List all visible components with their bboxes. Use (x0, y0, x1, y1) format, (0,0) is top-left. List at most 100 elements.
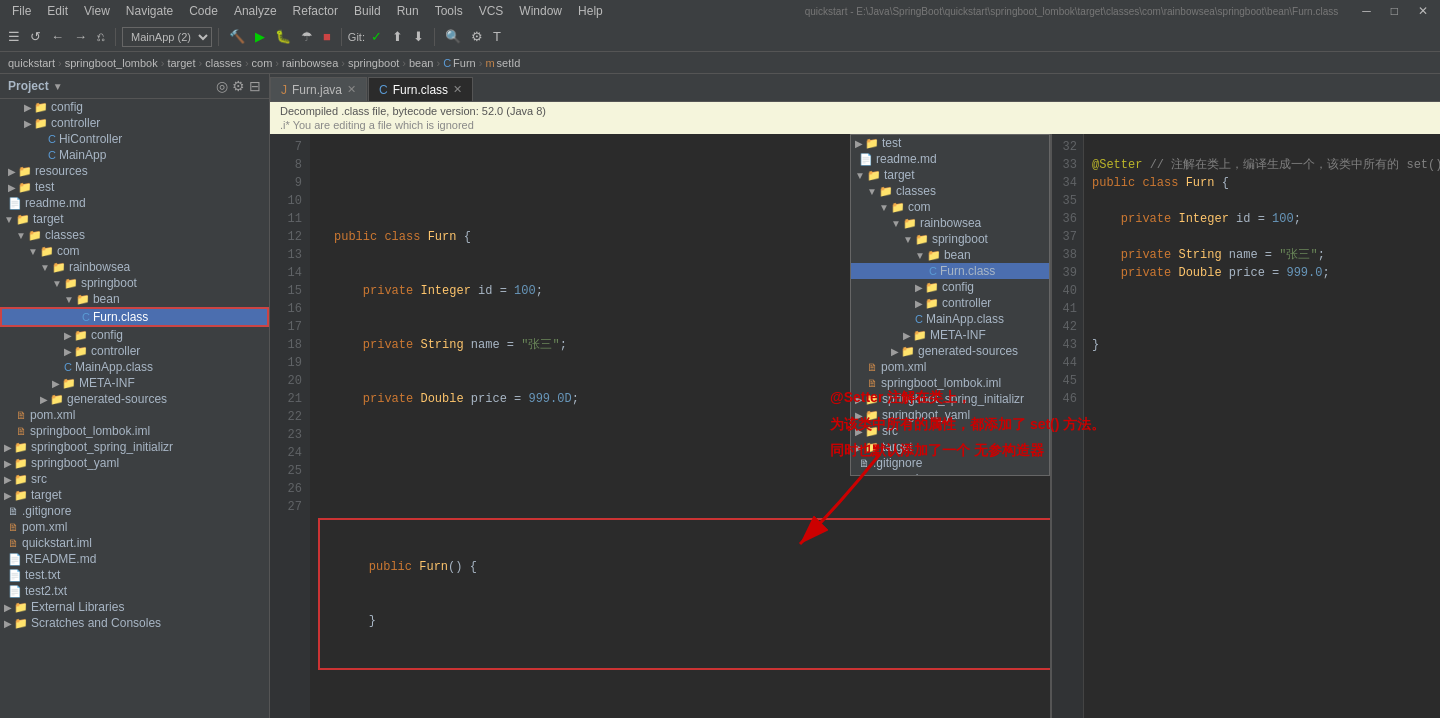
menu-analyze[interactable]: Analyze (226, 4, 285, 18)
code-editor[interactable]: 7 8 9 10 11 12 13 14 15 16 17 18 19 20 2… (270, 134, 1440, 718)
tree-item-config2[interactable]: ▶ 📁 config (0, 327, 269, 343)
tree-item-furn-class[interactable]: C Furn.class (0, 307, 269, 327)
rt-classes[interactable]: ▼ 📁 classes (851, 183, 1049, 199)
rt-bean[interactable]: ▼ 📁 bean (851, 247, 1049, 263)
tree-item-config[interactable]: ▶ 📁 config (0, 99, 269, 115)
tab-furn-java[interactable]: J Furn.java ✕ (270, 77, 367, 101)
dropdown-arrow-icon[interactable]: ▼ (53, 81, 63, 92)
menu-window[interactable]: Window (511, 4, 570, 18)
tab-close-icon[interactable]: ✕ (347, 83, 356, 96)
toolbar-settings[interactable]: ⚙ (467, 27, 487, 46)
tree-item-classes[interactable]: ▼ 📁 classes (0, 227, 269, 243)
toolbar-translate[interactable]: T (489, 27, 505, 46)
tab-furn-class[interactable]: C Furn.class ✕ (368, 77, 473, 101)
expand-icon: ▶ (855, 138, 863, 149)
toolbar-btn-undo[interactable]: ⎌ (93, 27, 109, 46)
toolbar-stop[interactable]: ■ (319, 27, 335, 46)
tree-item-target2[interactable]: ▶ 📁 target (0, 487, 269, 503)
menu-run[interactable]: Run (389, 4, 427, 18)
toolbar-git-check[interactable]: ✓ (367, 27, 386, 46)
toolbar-search[interactable]: 🔍 (441, 27, 465, 46)
rt-config[interactable]: ▶ 📁 config (851, 279, 1049, 295)
toolbar-git-fetch[interactable]: ⬇ (409, 27, 428, 46)
tree-item-rainbowsea[interactable]: ▼ 📁 rainbowsea (0, 259, 269, 275)
breadcrumb-bean[interactable]: bean (409, 57, 433, 69)
breadcrumb-com[interactable]: com (252, 57, 273, 69)
menu-edit[interactable]: Edit (39, 4, 76, 18)
toolbar-btn-forward[interactable]: → (70, 27, 91, 46)
tree-item-controller2[interactable]: ▶ 📁 controller (0, 343, 269, 359)
tree-item-src[interactable]: ▶ 📁 src (0, 471, 269, 487)
tree-item-readme[interactable]: 📄 README.md (0, 551, 269, 567)
rt-furn-class[interactable]: C Furn.class (851, 263, 1049, 279)
tree-item-target[interactable]: ▼ 📁 target (0, 211, 269, 227)
tree-item-com[interactable]: ▼ 📁 com (0, 243, 269, 259)
tree-item-iml[interactable]: 🗎 springboot_lombok.iml (0, 423, 269, 439)
menu-tools[interactable]: Tools (427, 4, 471, 18)
toolbar-run[interactable]: ▶ (251, 27, 269, 46)
breadcrumb-springboot[interactable]: springboot (348, 57, 399, 69)
toolbar-btn-reload[interactable]: ↺ (26, 27, 45, 46)
expand-icon: ▼ (28, 246, 38, 257)
tab-close-icon[interactable]: ✕ (453, 83, 462, 96)
tree-item-ext-libs[interactable]: ▶ 📁 External Libraries (0, 599, 269, 615)
tree-item-mainapp-class[interactable]: C MainApp.class (0, 359, 269, 375)
sidebar-icon-expand[interactable]: ⊟ (249, 78, 261, 94)
tree-item-quickstart-iml[interactable]: 🗎 quickstart.iml (0, 535, 269, 551)
tree-item-readmemd[interactable]: 📄 readme.md (0, 195, 269, 211)
menu-navigate[interactable]: Navigate (118, 4, 181, 18)
breadcrumb-setid[interactable]: setId (497, 57, 521, 69)
toolbar-btn-1[interactable]: ☰ (4, 27, 24, 46)
tree-item-gensrc[interactable]: ▶ 📁 generated-sources (0, 391, 269, 407)
breadcrumb-rainbowsea[interactable]: rainbowsea (282, 57, 338, 69)
tree-item-bean[interactable]: ▼ 📁 bean (0, 291, 269, 307)
rt-mainapp[interactable]: C MainApp.class (851, 311, 1049, 327)
menu-refactor[interactable]: Refactor (285, 4, 346, 18)
tree-item-mainapp[interactable]: C MainApp (0, 147, 269, 163)
menu-vcs[interactable]: VCS (471, 4, 512, 18)
menu-view[interactable]: View (76, 4, 118, 18)
tree-item-gitignore[interactable]: 🗎 .gitignore (0, 503, 269, 519)
rt-controller[interactable]: ▶ 📁 controller (851, 295, 1049, 311)
tree-item-resources[interactable]: ▶ 📁 resources (0, 163, 269, 179)
rt-readmemd[interactable]: 📄 readme.md (851, 151, 1049, 167)
breadcrumb-target[interactable]: target (167, 57, 195, 69)
tree-label: springboot_spring_initializr (31, 440, 173, 454)
run-config-dropdown[interactable]: MainApp (2) (122, 27, 212, 47)
menu-help[interactable]: Help (570, 4, 611, 18)
tree-item-pomxml2[interactable]: 🗎 pom.xml (0, 519, 269, 535)
rt-target[interactable]: ▼ 📁 target (851, 167, 1049, 183)
toolbar-debug[interactable]: 🐛 (271, 27, 295, 46)
rt-gensrc[interactable]: ▶ 📁 generated-sources (851, 343, 1049, 359)
rt-meta[interactable]: ▶ 📁 META-INF (851, 327, 1049, 343)
rt-springboot[interactable]: ▼ 📁 springboot (851, 231, 1049, 247)
tree-item-test2-txt[interactable]: 📄 test2.txt (0, 583, 269, 599)
breadcrumb-furn[interactable]: Furn (453, 57, 476, 69)
tree-item-test-txt[interactable]: 📄 test.txt (0, 567, 269, 583)
menu-file[interactable]: File (4, 4, 39, 18)
rt-com[interactable]: ▼ 📁 com (851, 199, 1049, 215)
tree-item-scratches[interactable]: ▶ 📁 Scratches and Consoles (0, 615, 269, 631)
toolbar-build[interactable]: 🔨 (225, 27, 249, 46)
menu-build[interactable]: Build (346, 4, 389, 18)
rt-test[interactable]: ▶ 📁 test (851, 135, 1049, 151)
tree-item-test[interactable]: ▶ 📁 test (0, 179, 269, 195)
sidebar-icon-settings[interactable]: ⚙ (232, 78, 245, 94)
tree-item-spring-init[interactable]: ▶ 📁 springboot_spring_initializr (0, 439, 269, 455)
tree-item-controller[interactable]: ▶ 📁 controller (0, 115, 269, 131)
rt-rainbowsea[interactable]: ▼ 📁 rainbowsea (851, 215, 1049, 231)
sidebar-icon-locate[interactable]: ◎ (216, 78, 228, 94)
tree-item-pomxml[interactable]: 🗎 pom.xml (0, 407, 269, 423)
tree-item-hicontroller[interactable]: C HiController (0, 131, 269, 147)
menu-code[interactable]: Code (181, 4, 226, 18)
toolbar-git-push[interactable]: ⬆ (388, 27, 407, 46)
breadcrumb-lombok[interactable]: springboot_lombok (65, 57, 158, 69)
breadcrumb-quickstart[interactable]: quickstart (8, 57, 55, 69)
tree-item-metainf[interactable]: ▶ 📁 META-INF (0, 375, 269, 391)
tree-item-springboot[interactable]: ▼ 📁 springboot (0, 275, 269, 291)
breadcrumb-classes[interactable]: classes (205, 57, 242, 69)
toolbar-coverage[interactable]: ☂ (297, 27, 317, 46)
tree-item-yaml[interactable]: ▶ 📁 springboot_yaml (0, 455, 269, 471)
toolbar-btn-back[interactable]: ← (47, 27, 68, 46)
rt-pom[interactable]: 🗎 pom.xml (851, 359, 1049, 375)
